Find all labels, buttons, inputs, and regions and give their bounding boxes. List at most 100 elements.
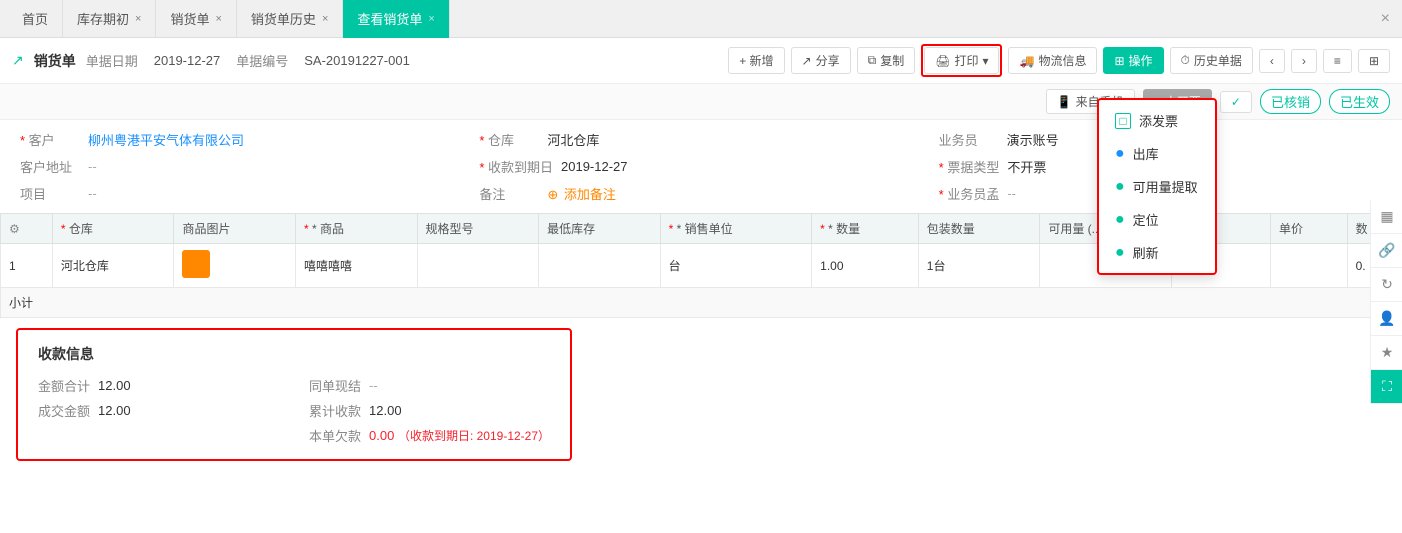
- tab-bar: 首页 库存期初 × 销货单 × 销货单历史 × 查看销货单 × ×: [0, 0, 1402, 38]
- subtotal-row: 小计: [1, 288, 1402, 318]
- payment-info-title: 收款信息: [38, 344, 550, 364]
- tab-sales-close[interactable]: ×: [215, 13, 221, 25]
- col-spec: 规格型号: [417, 214, 539, 244]
- row-product-img: [174, 244, 296, 288]
- payment-date-row: 收款到期日 2019-12-27: [479, 157, 922, 176]
- operation-button[interactable]: ⊞ 操作: [1103, 47, 1163, 74]
- project-label: 项目: [20, 184, 80, 203]
- note-label: 备注: [479, 184, 539, 203]
- sidebar-table-icon[interactable]: ▦: [1371, 200, 1402, 234]
- product-image: [182, 250, 210, 278]
- row-unit: 台: [660, 244, 812, 288]
- print-button[interactable]: 🖨 打印 ▾: [924, 47, 999, 74]
- staff-value: 演示账号: [1007, 130, 1059, 149]
- tab-view-label: 查看销货单: [357, 9, 422, 28]
- transaction-label: 成交金额: [38, 401, 90, 420]
- col-product: * 商品: [296, 214, 418, 244]
- col-product-img: 商品图片: [174, 214, 296, 244]
- share-button[interactable]: ↗ 分享: [791, 47, 851, 74]
- new-button[interactable]: + 新增: [728, 47, 784, 74]
- col-settings[interactable]: ⚙: [1, 214, 53, 244]
- cumulative-value: 12.00: [369, 403, 402, 418]
- staff-label: 业务员: [939, 130, 999, 149]
- row-warehouse: 河北仓库: [52, 244, 174, 288]
- print-button-highlight: 🖨 打印 ▾: [921, 44, 1002, 77]
- view-grid-button[interactable]: ⊞: [1358, 49, 1390, 73]
- cumulative-label: 累计收款: [309, 401, 361, 420]
- doc-type-label: 销货单: [34, 51, 76, 71]
- ticket-type-value: 不开票: [1007, 157, 1046, 176]
- doc-date-value: 2019-12-27: [154, 53, 221, 68]
- user-icon: 👤: [1378, 310, 1395, 327]
- tab-history-close[interactable]: ×: [322, 13, 328, 25]
- tab-home-label: 首页: [22, 9, 48, 28]
- nav-next-button[interactable]: ›: [1291, 49, 1317, 73]
- effective-badge: 已生效: [1329, 89, 1390, 114]
- customer-label: 客户: [20, 130, 80, 149]
- app-close-button[interactable]: ×: [1381, 10, 1390, 28]
- row-price: [1270, 244, 1347, 288]
- dropdown-refresh[interactable]: ● 刷新: [1099, 236, 1215, 269]
- settings-icon: ⚙: [9, 222, 20, 236]
- row-quantity: 1.00: [812, 244, 919, 288]
- tab-home[interactable]: 首页: [8, 0, 63, 38]
- dropdown-add-invoice[interactable]: □ 添发票: [1099, 104, 1215, 137]
- dropdown-out-warehouse[interactable]: ● 出库: [1099, 137, 1215, 170]
- address-label: 客户地址: [20, 157, 80, 176]
- total-value: 12.00: [98, 378, 131, 393]
- history-button[interactable]: ⏱ 历史单据: [1170, 47, 1253, 74]
- row-product: 嘻嘻嘻嘻: [296, 244, 418, 288]
- doc-title-section: ↗ 销货单 单据日期 2019-12-27 单据编号 SA-20191227-0…: [12, 51, 720, 71]
- sidebar-link-icon[interactable]: 🔗: [1371, 234, 1402, 268]
- sidebar-star-icon[interactable]: ★: [1371, 336, 1402, 370]
- dropdown-locate[interactable]: ● 定位: [1099, 203, 1215, 236]
- toolbar-actions: + 新增 ↗ 分享 ⧉ 复制 🖨 打印 ▾ 🚚 物流信息 ⊞: [728, 44, 1390, 77]
- expand-icon: ⛶: [1382, 378, 1392, 395]
- logistics-button[interactable]: 🚚 物流信息: [1008, 47, 1097, 74]
- row-pkg-qty: 1台: [918, 244, 1040, 288]
- view-list-button[interactable]: ≡: [1323, 49, 1352, 73]
- available-qty-icon: ●: [1115, 178, 1125, 196]
- payment-date-label: 收款到期日: [479, 157, 553, 176]
- overdue-row: 本单欠款 0.00 （收款到期日: 2019-12-27）: [309, 426, 550, 445]
- transaction-value: 12.00: [98, 403, 131, 418]
- overdue-value: 0.00 （收款到期日: 2019-12-27）: [369, 427, 550, 444]
- row-spec: [417, 244, 539, 288]
- sales-doc-icon: ↗: [12, 52, 24, 69]
- doc-number-label: 单据编号: [236, 51, 288, 70]
- payment-info-panel: 收款信息 金额合计 12.00 同单现结 -- 成交金额 12.00 累计收款 …: [16, 328, 572, 461]
- tab-sales-order[interactable]: 销货单 ×: [156, 0, 236, 38]
- add-note-icon: ⊕: [547, 187, 558, 202]
- history-icon: ⏱: [1181, 53, 1190, 68]
- project-value: --: [88, 186, 97, 201]
- address-row: 客户地址 --: [20, 157, 463, 176]
- add-note-button[interactable]: ⊕ 添加备注: [547, 184, 616, 203]
- total-row: 金额合计 12.00: [38, 376, 279, 395]
- customer-value[interactable]: 柳州粤港平安气体有限公司: [88, 130, 244, 149]
- warehouse-label: 仓库: [479, 130, 539, 149]
- settlement-label: 同单现结: [309, 376, 361, 395]
- nav-prev-button[interactable]: ‹: [1259, 49, 1285, 73]
- payment-grid: 金额合计 12.00 同单现结 -- 成交金额 12.00 累计收款 12.00: [38, 376, 550, 445]
- table-icon: ▦: [1380, 208, 1393, 225]
- settlement-value: --: [369, 378, 378, 393]
- dropdown-available-qty[interactable]: ● 可用量提取: [1099, 170, 1215, 203]
- sidebar-refresh-icon[interactable]: ↻: [1371, 268, 1402, 302]
- note-row: 备注 ⊕ 添加备注: [479, 184, 922, 203]
- col-min-stock: 最低库存: [539, 214, 661, 244]
- sidebar-user-icon[interactable]: 👤: [1371, 302, 1402, 336]
- staff2-label: 业务员孟: [939, 184, 1000, 203]
- row-seq: 1: [1, 244, 53, 288]
- col-quantity: * 数量: [812, 214, 919, 244]
- tab-view-close[interactable]: ×: [428, 13, 434, 25]
- check-icon-button[interactable]: ✓: [1220, 91, 1252, 113]
- tab-inventory-close[interactable]: ×: [135, 13, 141, 25]
- row-min-stock: [539, 244, 661, 288]
- tab-inventory-open[interactable]: 库存期初 ×: [63, 0, 156, 38]
- cumulative-row: 累计收款 12.00: [309, 401, 550, 420]
- copy-button[interactable]: ⧉ 复制: [857, 47, 916, 74]
- tab-sales-history[interactable]: 销货单历史 ×: [237, 0, 343, 38]
- print-dropdown-icon: ▾: [982, 54, 988, 68]
- tab-view-sales[interactable]: 查看销货单 ×: [343, 0, 449, 38]
- sidebar-expand-icon[interactable]: ⛶: [1371, 370, 1402, 404]
